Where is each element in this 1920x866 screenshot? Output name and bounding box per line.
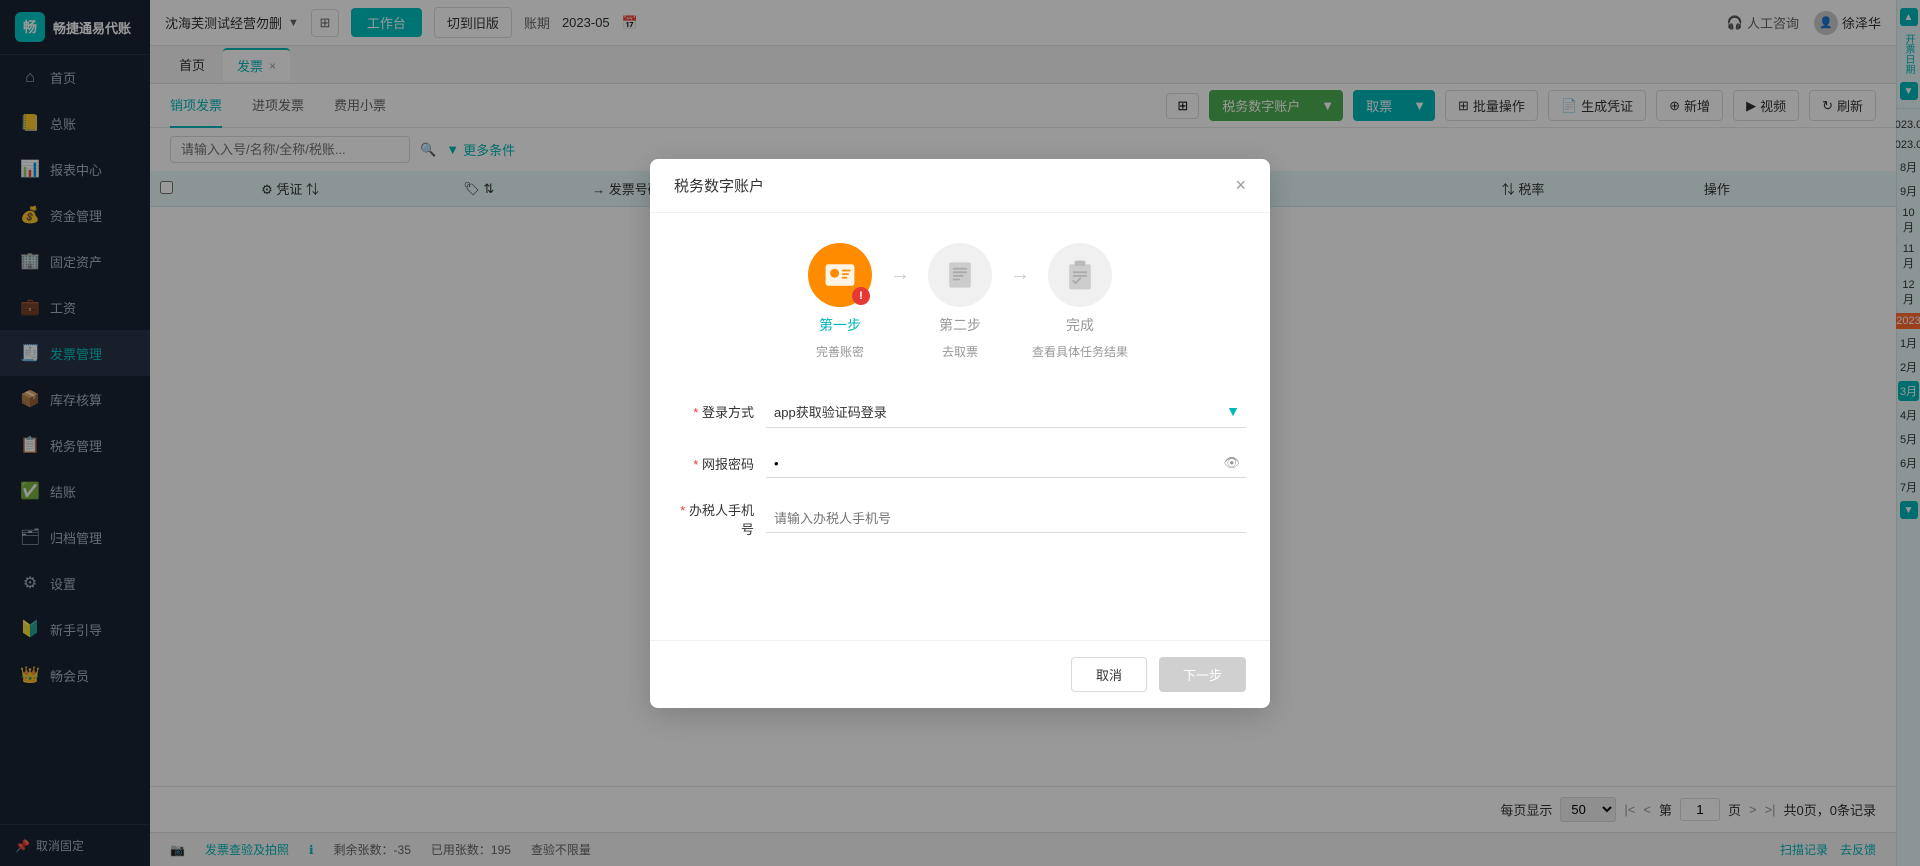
step-2-desc: 去取票	[942, 343, 978, 360]
step-2-icon	[928, 243, 992, 307]
tax-digital-modal: 税务数字账户 ×	[650, 159, 1270, 708]
next-button[interactable]: 下一步	[1159, 657, 1246, 692]
steps-container: ! 第一步 完善账密 →	[674, 243, 1246, 360]
modal-footer: 取消 下一步	[650, 640, 1270, 708]
clipboard-svg	[1062, 257, 1098, 293]
step-arrow-1: →	[890, 243, 910, 286]
step-3: 完成 查看具体任务结果	[1030, 243, 1130, 360]
modal-overlay: 税务数字账户 ×	[0, 0, 1920, 866]
login-method-value: app获取验证码登录	[766, 396, 1226, 427]
step-2: 第二步 去取票	[910, 243, 1010, 360]
cancel-button[interactable]: 取消	[1071, 657, 1147, 692]
login-method-label: * 登录方式	[674, 402, 754, 421]
step-3-icon	[1048, 243, 1112, 307]
modal-body: ! 第一步 完善账密 →	[650, 213, 1270, 640]
step-3-label: 完成	[1066, 315, 1094, 335]
step-3-desc: 查看具体任务结果	[1032, 343, 1128, 360]
step-1: ! 第一步 完善账密	[790, 243, 890, 360]
phone-row: * 办税人手机号	[674, 500, 1246, 538]
person-card-svg	[822, 257, 858, 293]
step-arrow-2: →	[1010, 243, 1030, 286]
step-1-label: 第一步	[819, 315, 861, 335]
phone-input[interactable]	[766, 505, 1246, 533]
step-1-icon: !	[808, 243, 872, 307]
login-method-select[interactable]: app获取验证码登录 ▼	[766, 396, 1246, 428]
password-label: * 网报密码	[674, 454, 754, 473]
step-1-desc: 完善账密	[816, 343, 864, 360]
step-1-badge: !	[852, 287, 870, 305]
step-2-label: 第二步	[939, 315, 981, 335]
password-field: 👁	[766, 450, 1246, 478]
login-method-row: * 登录方式 app获取验证码登录 ▼	[674, 396, 1246, 428]
document-svg	[942, 257, 978, 293]
login-method-dropdown-icon[interactable]: ▼	[1226, 403, 1246, 419]
password-row: * 网报密码 👁	[674, 450, 1246, 478]
phone-label: * 办税人手机号	[674, 500, 754, 538]
modal-header: 税务数字账户 ×	[650, 159, 1270, 213]
password-input[interactable]	[766, 450, 1223, 477]
modal-title: 税务数字账户	[674, 175, 764, 196]
password-eye-icon[interactable]: 👁	[1223, 455, 1246, 471]
modal-close-button[interactable]: ×	[1235, 175, 1246, 196]
